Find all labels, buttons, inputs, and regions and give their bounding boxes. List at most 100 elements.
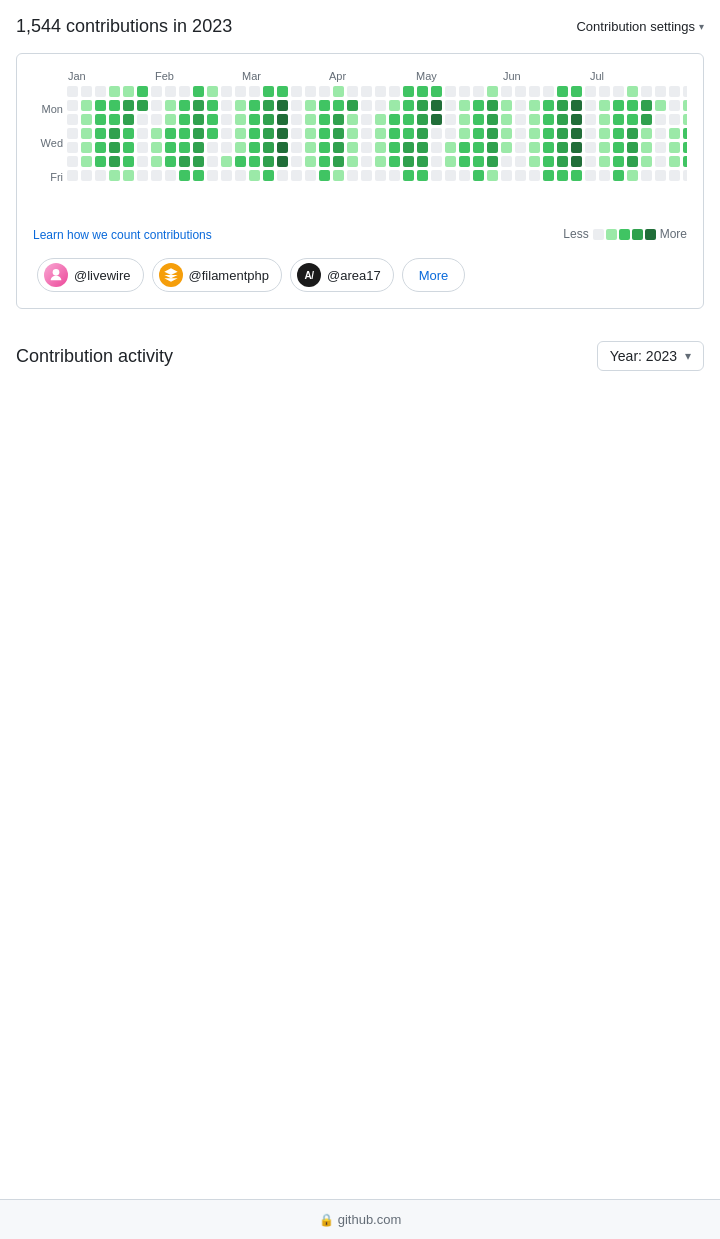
day-cell[interactable] bbox=[431, 170, 442, 181]
day-cell[interactable] bbox=[431, 128, 442, 139]
day-cell[interactable] bbox=[375, 170, 386, 181]
day-cell[interactable] bbox=[473, 114, 484, 125]
day-cell[interactable] bbox=[669, 114, 680, 125]
day-cell[interactable] bbox=[347, 156, 358, 167]
day-cell[interactable] bbox=[571, 114, 582, 125]
contribution-settings-button[interactable]: Contribution settings ▾ bbox=[576, 19, 704, 34]
day-cell[interactable] bbox=[613, 156, 624, 167]
day-cell[interactable] bbox=[235, 156, 246, 167]
day-cell[interactable] bbox=[473, 170, 484, 181]
day-cell[interactable] bbox=[81, 114, 92, 125]
day-cell[interactable] bbox=[67, 100, 78, 111]
day-cell[interactable] bbox=[67, 128, 78, 139]
day-cell[interactable] bbox=[277, 86, 288, 97]
org-area17[interactable]: A/ @area17 bbox=[290, 258, 394, 292]
day-cell[interactable] bbox=[263, 100, 274, 111]
day-cell[interactable] bbox=[403, 100, 414, 111]
day-cell[interactable] bbox=[571, 100, 582, 111]
day-cell[interactable] bbox=[347, 170, 358, 181]
day-cell[interactable] bbox=[319, 86, 330, 97]
day-cell[interactable] bbox=[123, 128, 134, 139]
day-cell[interactable] bbox=[67, 142, 78, 153]
day-cell[interactable] bbox=[501, 156, 512, 167]
day-cell[interactable] bbox=[389, 100, 400, 111]
day-cell[interactable] bbox=[193, 128, 204, 139]
day-cell[interactable] bbox=[445, 114, 456, 125]
day-cell[interactable] bbox=[179, 142, 190, 153]
day-cell[interactable] bbox=[277, 100, 288, 111]
day-cell[interactable] bbox=[501, 128, 512, 139]
day-cell[interactable] bbox=[95, 170, 106, 181]
day-cell[interactable] bbox=[221, 156, 232, 167]
day-cell[interactable] bbox=[305, 170, 316, 181]
day-cell[interactable] bbox=[389, 142, 400, 153]
day-cell[interactable] bbox=[487, 128, 498, 139]
day-cell[interactable] bbox=[123, 100, 134, 111]
day-cell[interactable] bbox=[305, 142, 316, 153]
day-cell[interactable] bbox=[151, 86, 162, 97]
day-cell[interactable] bbox=[95, 156, 106, 167]
day-cell[interactable] bbox=[473, 100, 484, 111]
day-cell[interactable] bbox=[543, 142, 554, 153]
day-cell[interactable] bbox=[151, 128, 162, 139]
day-cell[interactable] bbox=[221, 128, 232, 139]
day-cell[interactable] bbox=[613, 86, 624, 97]
day-cell[interactable] bbox=[683, 100, 687, 111]
learn-link[interactable]: Learn how we count contributions bbox=[33, 228, 212, 242]
day-cell[interactable] bbox=[585, 100, 596, 111]
day-cell[interactable] bbox=[277, 170, 288, 181]
day-cell[interactable] bbox=[445, 100, 456, 111]
day-cell[interactable] bbox=[403, 114, 414, 125]
day-cell[interactable] bbox=[361, 128, 372, 139]
day-cell[interactable] bbox=[179, 170, 190, 181]
day-cell[interactable] bbox=[473, 86, 484, 97]
day-cell[interactable] bbox=[501, 114, 512, 125]
day-cell[interactable] bbox=[669, 86, 680, 97]
day-cell[interactable] bbox=[627, 100, 638, 111]
day-cell[interactable] bbox=[627, 128, 638, 139]
day-cell[interactable] bbox=[249, 156, 260, 167]
day-cell[interactable] bbox=[431, 114, 442, 125]
day-cell[interactable] bbox=[557, 156, 568, 167]
day-cell[interactable] bbox=[501, 100, 512, 111]
day-cell[interactable] bbox=[641, 86, 652, 97]
day-cell[interactable] bbox=[193, 170, 204, 181]
day-cell[interactable] bbox=[361, 114, 372, 125]
day-cell[interactable] bbox=[375, 156, 386, 167]
day-cell[interactable] bbox=[81, 142, 92, 153]
day-cell[interactable] bbox=[235, 86, 246, 97]
day-cell[interactable] bbox=[599, 114, 610, 125]
day-cell[interactable] bbox=[249, 142, 260, 153]
day-cell[interactable] bbox=[585, 114, 596, 125]
day-cell[interactable] bbox=[319, 156, 330, 167]
day-cell[interactable] bbox=[487, 86, 498, 97]
day-cell[interactable] bbox=[361, 100, 372, 111]
day-cell[interactable] bbox=[529, 156, 540, 167]
day-cell[interactable] bbox=[151, 156, 162, 167]
day-cell[interactable] bbox=[683, 128, 687, 139]
day-cell[interactable] bbox=[277, 114, 288, 125]
day-cell[interactable] bbox=[459, 86, 470, 97]
day-cell[interactable] bbox=[683, 142, 687, 153]
day-cell[interactable] bbox=[669, 142, 680, 153]
day-cell[interactable] bbox=[333, 170, 344, 181]
day-cell[interactable] bbox=[683, 114, 687, 125]
day-cell[interactable] bbox=[207, 114, 218, 125]
day-cell[interactable] bbox=[81, 100, 92, 111]
day-cell[interactable] bbox=[487, 100, 498, 111]
day-cell[interactable] bbox=[403, 156, 414, 167]
day-cell[interactable] bbox=[249, 100, 260, 111]
day-cell[interactable] bbox=[459, 170, 470, 181]
day-cell[interactable] bbox=[431, 156, 442, 167]
day-cell[interactable] bbox=[235, 100, 246, 111]
day-cell[interactable] bbox=[277, 142, 288, 153]
day-cell[interactable] bbox=[81, 86, 92, 97]
day-cell[interactable] bbox=[669, 156, 680, 167]
day-cell[interactable] bbox=[109, 114, 120, 125]
day-cell[interactable] bbox=[109, 156, 120, 167]
day-cell[interactable] bbox=[165, 128, 176, 139]
day-cell[interactable] bbox=[263, 142, 274, 153]
day-cell[interactable] bbox=[179, 128, 190, 139]
day-cell[interactable] bbox=[417, 128, 428, 139]
day-cell[interactable] bbox=[137, 86, 148, 97]
